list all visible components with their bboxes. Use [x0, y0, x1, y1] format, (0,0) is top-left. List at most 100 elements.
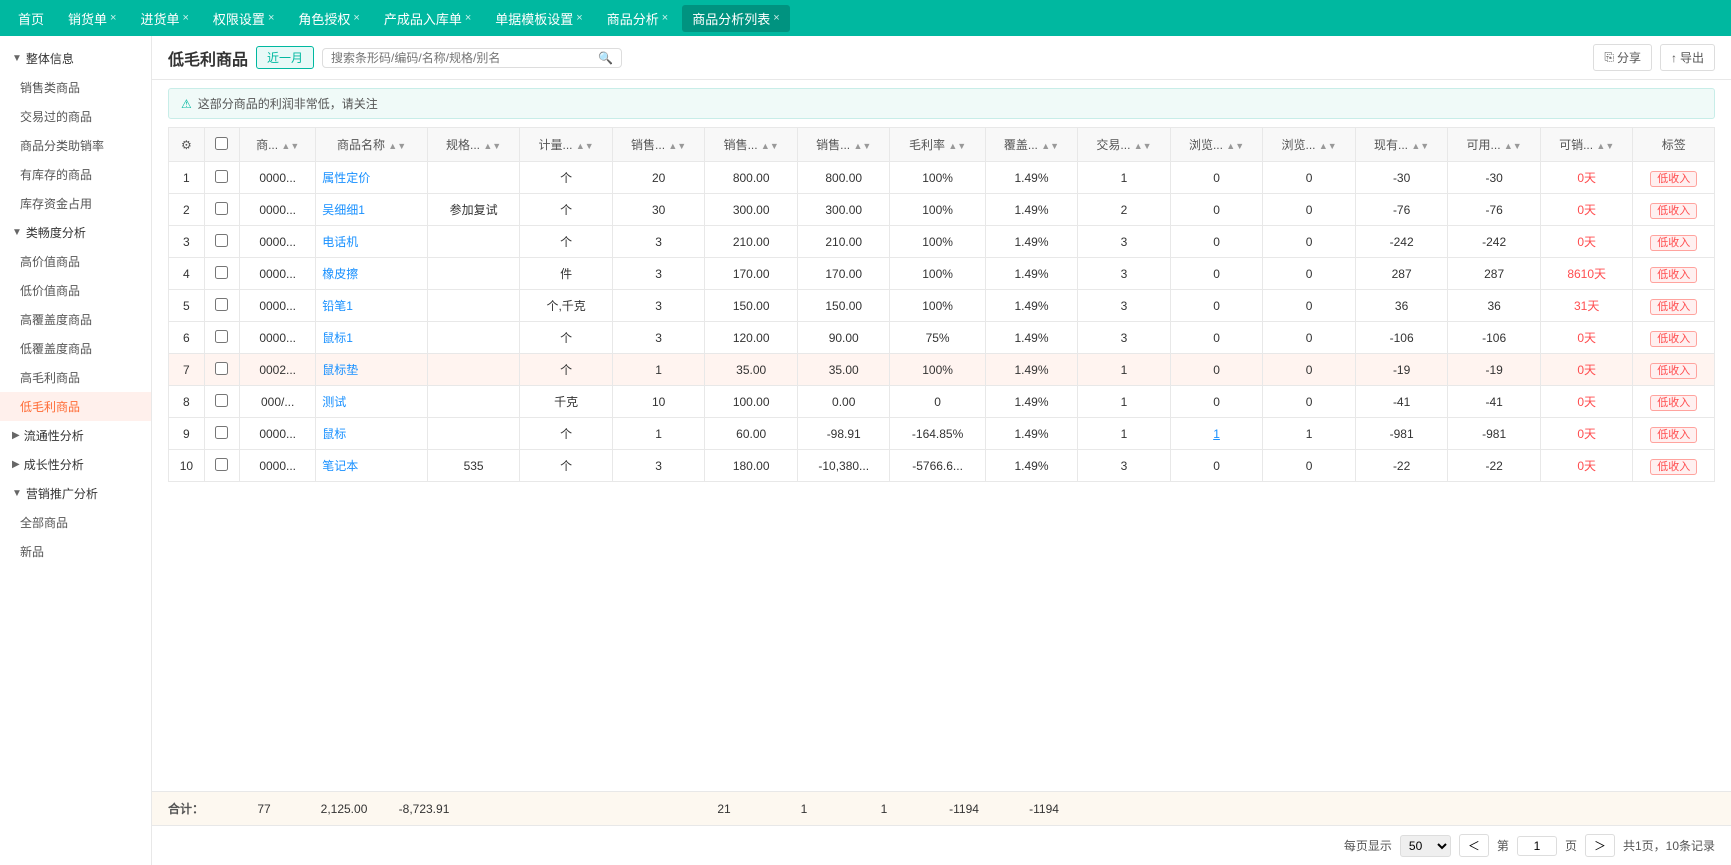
- sidebar-group-growth[interactable]: ▶ 成长性分析: [0, 450, 151, 479]
- cell-checkbox[interactable]: [204, 290, 239, 322]
- export-icon: ↑: [1671, 51, 1677, 65]
- search-input[interactable]: [331, 51, 598, 65]
- nav-close-template[interactable]: ×: [576, 12, 582, 24]
- next-page-button[interactable]: ＞: [1585, 834, 1615, 857]
- nav-permission-settings[interactable]: 权限设置 ×: [203, 5, 284, 32]
- col-spec[interactable]: 规格... ▲▼: [427, 128, 520, 162]
- row-checkbox-0[interactable]: [215, 170, 228, 183]
- nav-sales-order[interactable]: 销货单 ×: [58, 5, 126, 32]
- prev-page-button[interactable]: ＜: [1459, 834, 1489, 857]
- sidebar-item-low-value[interactable]: 低价值商品: [0, 276, 151, 305]
- totals-values: 77 2,125.00 -8,723.91 21 1 1 -1194 -1194: [224, 802, 1084, 816]
- cell-name[interactable]: 吴细细1: [316, 194, 428, 226]
- cell-view1: 0: [1170, 290, 1263, 322]
- cell-checkbox[interactable]: [204, 354, 239, 386]
- row-checkbox-9[interactable]: [215, 458, 228, 471]
- cell-checkbox[interactable]: [204, 194, 239, 226]
- col-sale-profit[interactable]: 销售... ▲▼: [797, 128, 890, 162]
- row-checkbox-2[interactable]: [215, 234, 228, 247]
- select-all-checkbox[interactable]: [215, 137, 228, 150]
- sidebar-item-category-rate[interactable]: 商品分类助销率: [0, 131, 151, 160]
- sidebar-item-stock-capital[interactable]: 库存资金占用: [0, 189, 151, 218]
- col-sale-qty[interactable]: 销售... ▲▼: [612, 128, 705, 162]
- col-transaction[interactable]: 交易... ▲▼: [1078, 128, 1171, 162]
- nav-product-analysis[interactable]: 商品分析 ×: [597, 5, 678, 32]
- row-checkbox-3[interactable]: [215, 266, 228, 279]
- nav-close-product-inbound[interactable]: ×: [465, 12, 471, 24]
- row-checkbox-4[interactable]: [215, 298, 228, 311]
- sidebar-item-low-coverage[interactable]: 低覆盖度商品: [0, 334, 151, 363]
- col-unit[interactable]: 计量... ▲▼: [520, 128, 613, 162]
- sidebar-group-flow[interactable]: ▶ 流通性分析: [0, 421, 151, 450]
- nav-close-sales-order[interactable]: ×: [110, 12, 116, 24]
- cell-name[interactable]: 鼠标1: [316, 322, 428, 354]
- nav-close-role-auth[interactable]: ×: [353, 12, 359, 24]
- cell-sale-qty: 1: [612, 418, 705, 450]
- col-tag[interactable]: 标签: [1633, 128, 1715, 162]
- col-salable[interactable]: 可销... ▲▼: [1540, 128, 1633, 162]
- nav-home[interactable]: 首页: [8, 5, 54, 32]
- col-name[interactable]: 商品名称 ▲▼: [316, 128, 428, 162]
- col-view1[interactable]: 浏览... ▲▼: [1170, 128, 1263, 162]
- sidebar-item-high-value[interactable]: 高价值商品: [0, 247, 151, 276]
- current-page-input[interactable]: [1517, 836, 1557, 856]
- cell-name[interactable]: 属性定价: [316, 162, 428, 194]
- cell-name[interactable]: 鼠标: [316, 418, 428, 450]
- nav-close-purchase-order[interactable]: ×: [182, 12, 188, 24]
- col-code[interactable]: 商... ▲▼: [240, 128, 316, 162]
- col-available[interactable]: 可用... ▲▼: [1448, 128, 1541, 162]
- cell-name[interactable]: 测试: [316, 386, 428, 418]
- cell-name[interactable]: 铅笔1: [316, 290, 428, 322]
- nav-close-analysis-list[interactable]: ×: [773, 12, 779, 24]
- sidebar-item-new-products[interactable]: 新品: [0, 537, 151, 566]
- cell-checkbox[interactable]: [204, 418, 239, 450]
- cell-name[interactable]: 橡皮擦: [316, 258, 428, 290]
- sidebar-item-traded[interactable]: 交易过的商品: [0, 102, 151, 131]
- row-checkbox-6[interactable]: [215, 362, 228, 375]
- col-current[interactable]: 现有... ▲▼: [1355, 128, 1448, 162]
- share-button[interactable]: ⎘ 分享: [1593, 44, 1652, 71]
- col-checkbox[interactable]: [204, 128, 239, 162]
- row-checkbox-7[interactable]: [215, 394, 228, 407]
- col-gross-margin[interactable]: 毛利率 ▲▼: [890, 128, 985, 162]
- col-view2[interactable]: 浏览... ▲▼: [1263, 128, 1356, 162]
- sidebar-item-all-products[interactable]: 全部商品: [0, 508, 151, 537]
- sidebar-group-marketing[interactable]: ▼ 营销推广分析: [0, 479, 151, 508]
- col-settings[interactable]: ⚙: [169, 128, 205, 162]
- sidebar-item-sales-products[interactable]: 销售类商品: [0, 73, 151, 102]
- sidebar-item-low-margin[interactable]: 低毛利商品: [0, 392, 151, 421]
- cell-spec: [427, 290, 520, 322]
- page-size-select[interactable]: 50 100 200: [1400, 835, 1451, 857]
- nav-close-analysis[interactable]: ×: [662, 12, 668, 24]
- sidebar-item-high-coverage[interactable]: 高覆盖度商品: [0, 305, 151, 334]
- row-checkbox-5[interactable]: [215, 330, 228, 343]
- search-icon[interactable]: 🔍: [598, 51, 613, 65]
- cell-checkbox[interactable]: [204, 450, 239, 482]
- time-range-button[interactable]: 近一月: [256, 46, 314, 69]
- col-coverage[interactable]: 覆盖... ▲▼: [985, 128, 1078, 162]
- col-sale-amount[interactable]: 销售... ▲▼: [705, 128, 798, 162]
- sidebar-item-in-stock[interactable]: 有库存的商品: [0, 160, 151, 189]
- nav-template-settings[interactable]: 单据模板设置 ×: [485, 5, 592, 32]
- export-button[interactable]: ↑ 导出: [1660, 44, 1715, 71]
- cell-checkbox[interactable]: [204, 162, 239, 194]
- cell-checkbox[interactable]: [204, 386, 239, 418]
- cell-checkbox[interactable]: [204, 322, 239, 354]
- sidebar-item-high-margin[interactable]: 高毛利商品: [0, 363, 151, 392]
- cell-view1[interactable]: 1: [1170, 418, 1263, 450]
- cell-checkbox[interactable]: [204, 258, 239, 290]
- cell-name[interactable]: 鼠标垫: [316, 354, 428, 386]
- cell-name[interactable]: 电话机: [316, 226, 428, 258]
- nav-product-analysis-list[interactable]: 商品分析列表 ×: [682, 5, 789, 32]
- row-checkbox-1[interactable]: [215, 202, 228, 215]
- cell-name[interactable]: 笔记本: [316, 450, 428, 482]
- nav-role-auth[interactable]: 角色授权 ×: [288, 5, 369, 32]
- row-checkbox-8[interactable]: [215, 426, 228, 439]
- nav-close-permission[interactable]: ×: [268, 12, 274, 24]
- nav-product-inbound[interactable]: 产成品入库单 ×: [374, 5, 481, 32]
- sidebar-group-trend[interactable]: ▼ 类畅度分析: [0, 218, 151, 247]
- cell-checkbox[interactable]: [204, 226, 239, 258]
- sidebar-group-overall[interactable]: ▼ 整体信息: [0, 44, 151, 73]
- cell-sale-profit: 90.00: [797, 322, 890, 354]
- nav-purchase-order[interactable]: 进货单 ×: [130, 5, 198, 32]
